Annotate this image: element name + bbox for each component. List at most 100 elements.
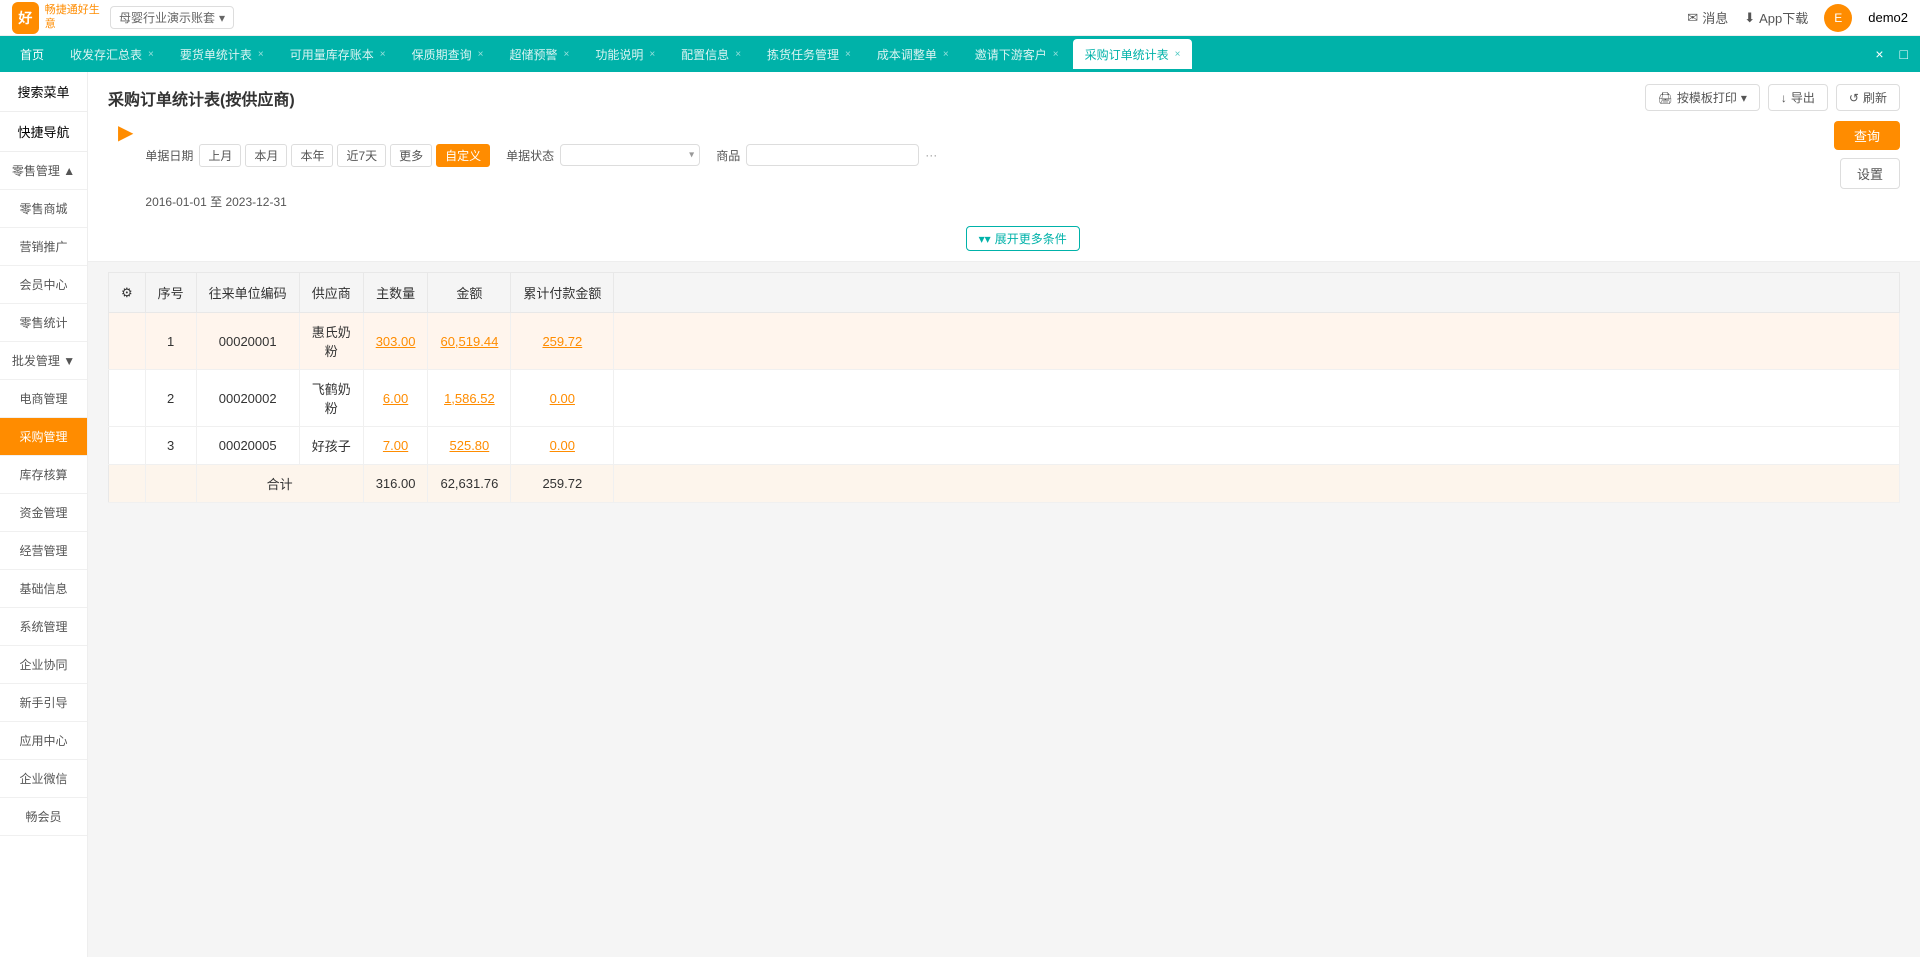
- row3-paid-amount[interactable]: 0.00: [511, 427, 614, 465]
- tab-purchase-stat-close-icon[interactable]: ×: [1175, 49, 1181, 60]
- message-label: 消息: [1702, 8, 1728, 27]
- date-btn-this-month[interactable]: 本月: [245, 144, 287, 167]
- date-btn-this-year[interactable]: 本年: [291, 144, 333, 167]
- query-button[interactable]: 查询: [1834, 121, 1900, 150]
- tab-inventory-close-icon[interactable]: ×: [380, 49, 386, 60]
- tab-help-close-icon[interactable]: ×: [649, 49, 655, 60]
- row3-quantity[interactable]: 7.00: [363, 427, 428, 465]
- date-btn-custom[interactable]: 自定义: [436, 144, 490, 167]
- print-icon: 🖨: [1658, 91, 1673, 105]
- footer-quantity: 316.00: [363, 465, 428, 503]
- sidebar-item-enterprise-wechat[interactable]: 企业微信: [0, 760, 87, 798]
- sidebar-item-finance-mgmt[interactable]: 资金管理: [0, 494, 87, 532]
- date-custom-label: 自定义: [445, 149, 481, 163]
- sidebar-item-inventory-check[interactable]: 库存核算: [0, 456, 87, 494]
- tab-expiry-close-icon[interactable]: ×: [478, 49, 484, 60]
- tab-order-stat[interactable]: 要货单统计表 ×: [168, 39, 276, 69]
- table-row[interactable]: 1 00020001 惠氏奶粉 303.00 60,519.44 259.72: [109, 313, 1900, 370]
- sidebar-item-retail-mall[interactable]: 零售商城: [0, 190, 87, 228]
- sidebar-item-retail-mgmt[interactable]: 零售管理 ▲: [0, 152, 87, 190]
- status-select[interactable]: [560, 144, 700, 166]
- row1-amount[interactable]: 60,519.44: [428, 313, 511, 370]
- page-title-row: 采购订单统计表(按供应商) 🖨 按模板打印 ▾ ↓ 导出 ↺ 刷新: [108, 84, 1900, 111]
- tab-pick-task[interactable]: 拣货任务管理 ×: [755, 39, 863, 69]
- sidebar-item-wholesale-mgmt[interactable]: 批发管理 ▼: [0, 342, 87, 380]
- row1-quantity[interactable]: 303.00: [363, 313, 428, 370]
- expand-filters-button[interactable]: ▾▾ 展开更多条件: [966, 226, 1080, 251]
- sidebar-item-purchase-mgmt[interactable]: 采购管理: [0, 418, 87, 456]
- row2-paid-amount[interactable]: 0.00: [511, 370, 614, 427]
- sidebar-item-enterprise-collab[interactable]: 企业协同: [0, 646, 87, 684]
- filter-toggle-button[interactable]: ▶: [118, 123, 133, 143]
- avatar-char: E: [1834, 11, 1842, 25]
- sidebar-item-newbie-guide[interactable]: 新手引导: [0, 684, 87, 722]
- tab-help-label: 功能说明: [595, 46, 643, 63]
- sidebar-item-app-center[interactable]: 应用中心: [0, 722, 87, 760]
- tab-help[interactable]: 功能说明 ×: [583, 39, 667, 69]
- tab-config-close-icon[interactable]: ×: [735, 49, 741, 60]
- export-button[interactable]: ↓ 导出: [1768, 84, 1828, 111]
- header-actions: 🖨 按模板打印 ▾ ↓ 导出 ↺ 刷新: [1645, 84, 1900, 111]
- sidebar-item-marketing[interactable]: 营销推广: [0, 228, 87, 266]
- sidebar-item-basic-info[interactable]: 基础信息: [0, 570, 87, 608]
- marketing-label: 营销推广: [19, 240, 67, 254]
- tab-inventory[interactable]: 可用量库存账本 ×: [278, 39, 398, 69]
- goods-filter-more-icon[interactable]: ···: [925, 148, 937, 162]
- tab-config[interactable]: 配置信息 ×: [669, 39, 753, 69]
- tab-invite-close-icon[interactable]: ×: [1053, 49, 1059, 60]
- close-all-tabs-icon[interactable]: ×: [1871, 42, 1887, 66]
- row1-paid-amount[interactable]: 259.72: [511, 313, 614, 370]
- row2-quantity[interactable]: 6.00: [363, 370, 428, 427]
- date-range-display: 2016-01-01 至 2023-12-31: [145, 193, 286, 210]
- row1-empty: [614, 313, 1900, 370]
- tab-overstock[interactable]: 超储预警 ×: [497, 39, 581, 69]
- print-button[interactable]: 🖨 按模板打印 ▾: [1645, 84, 1760, 111]
- tab-pick-task-close-icon[interactable]: ×: [845, 49, 851, 60]
- tab-purchase-stat-label: 采购订单统计表: [1085, 46, 1169, 63]
- refresh-button[interactable]: ↺ 刷新: [1836, 84, 1900, 111]
- date-btn-last-month[interactable]: 上月: [199, 144, 241, 167]
- sidebar-item-member-center[interactable]: 会员中心: [0, 266, 87, 304]
- message-button[interactable]: ✉ 消息: [1687, 8, 1728, 27]
- app-download-button[interactable]: ⬇ App下载: [1744, 8, 1808, 27]
- goods-filter-input[interactable]: [746, 144, 919, 166]
- tab-pick-task-label: 拣货任务管理: [767, 46, 839, 63]
- date-btn-more[interactable]: 更多: [390, 144, 432, 167]
- user-name: demo2: [1868, 10, 1908, 25]
- print-label: 按模板打印: [1677, 89, 1737, 106]
- tab-cost-adjust-close-icon[interactable]: ×: [943, 49, 949, 60]
- tab-expiry[interactable]: 保质期查询 ×: [400, 39, 496, 69]
- row2-amount[interactable]: 1,586.52: [428, 370, 511, 427]
- tab-order-stat-close-icon[interactable]: ×: [258, 49, 264, 60]
- sidebar-item-retail-stat[interactable]: 零售统计: [0, 304, 87, 342]
- tab-purchase-stat[interactable]: 采购订单统计表 ×: [1073, 39, 1193, 69]
- footer-label: 合计: [196, 465, 363, 503]
- tab-summary-close-icon[interactable]: ×: [148, 49, 154, 60]
- user-avatar[interactable]: E: [1824, 4, 1852, 32]
- table-row[interactable]: 3 00020005 好孩子 7.00 525.80 0.00: [109, 427, 1900, 465]
- sidebar-item-vip-member[interactable]: 畅会员: [0, 798, 87, 836]
- breadcrumb-select[interactable]: 母婴行业演示账套 ▾: [110, 6, 234, 29]
- sidebar-item-ecommerce-mgmt[interactable]: 电商管理: [0, 380, 87, 418]
- tab-home[interactable]: 首页: [8, 39, 56, 69]
- sidebar-item-sys-mgmt[interactable]: 系统管理: [0, 608, 87, 646]
- date-btn-7days[interactable]: 近7天: [337, 144, 386, 167]
- expand-label: 展开更多条件: [995, 230, 1067, 247]
- row3-amount[interactable]: 525.80: [428, 427, 511, 465]
- maximize-icon[interactable]: □: [1896, 42, 1912, 66]
- tab-overstock-close-icon[interactable]: ×: [563, 49, 569, 60]
- th-settings[interactable]: ⚙: [109, 273, 146, 313]
- settings-button[interactable]: 设置: [1840, 158, 1900, 189]
- row2-empty: [614, 370, 1900, 427]
- sidebar-item-search-menu[interactable]: 搜索菜单: [0, 72, 87, 112]
- vip-member-label: 畅会员: [25, 810, 61, 824]
- breadcrumb-label: 母婴行业演示账套: [119, 9, 215, 26]
- row1-no: 1: [145, 313, 196, 370]
- tab-summary[interactable]: 收发存汇总表 ×: [58, 39, 166, 69]
- sys-mgmt-label: 系统管理: [19, 620, 67, 634]
- table-row[interactable]: 2 00020002 飞鹤奶粉 6.00 1,586.52 0.00: [109, 370, 1900, 427]
- sidebar-item-ops-mgmt[interactable]: 经营管理: [0, 532, 87, 570]
- tab-cost-adjust[interactable]: 成本调整单 ×: [865, 39, 961, 69]
- sidebar-item-quick-nav[interactable]: 快捷导航: [0, 112, 87, 152]
- tab-invite[interactable]: 邀请下游客户 ×: [963, 39, 1071, 69]
